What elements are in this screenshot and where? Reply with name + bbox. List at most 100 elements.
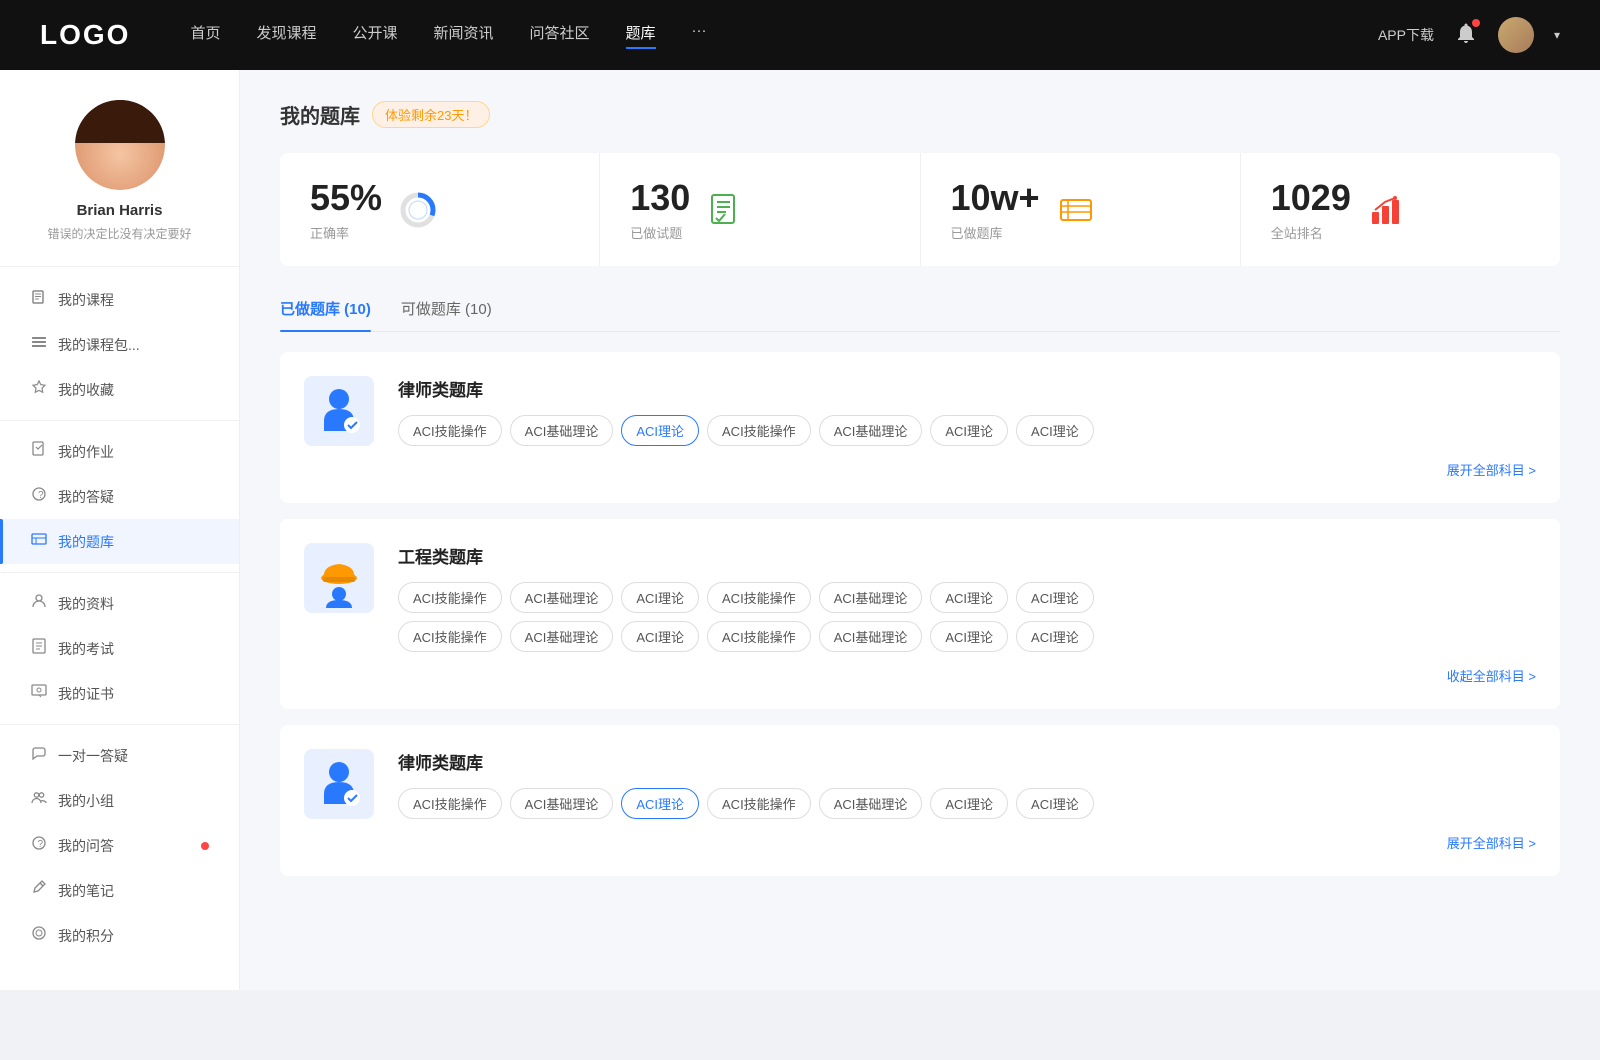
- profile-motto: 错误的决定比没有决定要好: [20, 225, 219, 242]
- sidebar-item-my-collect[interactable]: 我的收藏: [0, 367, 239, 412]
- lawyer-icon-2: [314, 754, 364, 814]
- user-avatar[interactable]: [1498, 17, 1534, 53]
- tag[interactable]: ACI理论: [930, 621, 1008, 652]
- tag[interactable]: ACI技能操作: [707, 788, 811, 819]
- tag[interactable]: ACI基础理论: [819, 788, 923, 819]
- sidebar-label-my-cert: 我的证书: [58, 684, 209, 704]
- sidebar-item-my-package[interactable]: 我的课程包...: [0, 322, 239, 367]
- sidebar-label-my-course: 我的课程: [58, 290, 209, 310]
- sidebar-label-my-homework: 我的作业: [58, 442, 209, 462]
- user-dropdown-arrow[interactable]: ▾: [1554, 28, 1560, 42]
- tab-done[interactable]: 已做题库 (10): [280, 290, 371, 331]
- tag[interactable]: ACI理论: [930, 788, 1008, 819]
- stat-accuracy-value: 55%: [310, 177, 382, 219]
- tag[interactable]: ACI技能操作: [707, 621, 811, 652]
- nav-more[interactable]: ···: [692, 22, 707, 49]
- sidebar-item-my-homework[interactable]: 我的作业: [0, 429, 239, 474]
- tag[interactable]: ACI基础理论: [510, 621, 614, 652]
- tag[interactable]: ACI理论: [1016, 415, 1094, 446]
- tags-row-lawyer-1: ACI技能操作 ACI基础理论 ACI理论 ACI技能操作 ACI基础理论 AC…: [398, 415, 1536, 446]
- nav-news[interactable]: 新闻资讯: [434, 22, 494, 49]
- lawyer-icon-wrap-2: [304, 749, 374, 819]
- tag[interactable]: ACI理论: [1016, 788, 1094, 819]
- tag[interactable]: ACI基础理论: [510, 788, 614, 819]
- sidebar-label-one-on-one: 一对一答疑: [58, 746, 209, 766]
- subject-card-engineer-1: 工程类题库 ACI技能操作 ACI基础理论 ACI理论 ACI技能操作 ACI基…: [280, 519, 1560, 709]
- app-download-btn[interactable]: APP下载: [1378, 25, 1434, 45]
- expand-link-lawyer-2[interactable]: 展开全部科目 >: [398, 827, 1536, 852]
- tag[interactable]: ACI理论: [1016, 621, 1094, 652]
- tag[interactable]: ACI理论: [621, 621, 699, 652]
- sidebar-label-my-qa: 我的答疑: [58, 487, 209, 507]
- expand-link-lawyer-1[interactable]: 展开全部科目 >: [398, 454, 1536, 479]
- tag[interactable]: ACI基础理论: [510, 415, 614, 446]
- tag[interactable]: ACI理论: [1016, 582, 1094, 613]
- sidebar-label-my-notes: 我的笔记: [58, 881, 209, 901]
- nav-home[interactable]: 首页: [190, 22, 220, 49]
- sidebar-profile: Brian Harris 错误的决定比没有决定要好: [0, 100, 239, 267]
- nav-qa[interactable]: 问答社区: [530, 22, 590, 49]
- stat-done-banks-label: 已做题库: [951, 223, 1040, 242]
- tab-todo[interactable]: 可做题库 (10): [401, 290, 492, 331]
- collapse-link-engineer-1[interactable]: 收起全部科目 >: [398, 660, 1536, 685]
- sidebar-item-my-cert[interactable]: 我的证书: [0, 671, 239, 716]
- sidebar-item-my-points[interactable]: 我的积分: [0, 913, 239, 958]
- tag[interactable]: ACI理论: [930, 582, 1008, 613]
- sidebar-item-my-exam[interactable]: 我的考试: [0, 626, 239, 671]
- tag[interactable]: ACI技能操作: [398, 415, 502, 446]
- bell-notification-dot: [1472, 19, 1480, 27]
- subject-body-lawyer-2: 律师类题库 ACI技能操作 ACI基础理论 ACI理论 ACI技能操作 ACI基…: [398, 749, 1536, 852]
- sidebar-item-my-bank[interactable]: 我的题库: [0, 519, 239, 564]
- stat-accuracy-text: 55% 正确率: [310, 177, 382, 242]
- subject-title-lawyer-1: 律师类题库: [398, 376, 1536, 401]
- stat-done-banks: 10w+ 已做题库: [921, 153, 1241, 266]
- nav-discover[interactable]: 发现课程: [256, 22, 316, 49]
- nav-bank[interactable]: 题库: [626, 22, 656, 49]
- trial-badge: 体验剩余23天！: [372, 101, 490, 128]
- tag[interactable]: ACI技能操作: [707, 582, 811, 613]
- info-icon: [30, 593, 48, 614]
- stat-done-banks-value: 10w+: [951, 177, 1040, 219]
- tag[interactable]: ACI理论: [621, 582, 699, 613]
- sidebar-item-my-course[interactable]: 我的课程: [0, 277, 239, 322]
- sidebar-item-my-notes[interactable]: 我的笔记: [0, 868, 239, 913]
- sidebar-item-my-qa[interactable]: ? 我的答疑: [0, 474, 239, 519]
- tag[interactable]: ACI技能操作: [398, 788, 502, 819]
- stat-rank: 1029 全站排名: [1241, 153, 1560, 266]
- tag[interactable]: ACI基础理论: [510, 582, 614, 613]
- profile-avatar: [75, 100, 165, 190]
- package-icon: [30, 334, 48, 355]
- homework-icon: [30, 441, 48, 462]
- stats-row: 55% 正确率 130 已做试题: [280, 153, 1560, 266]
- tag[interactable]: ACI技能操作: [398, 582, 502, 613]
- tag[interactable]: ACI技能操作: [707, 415, 811, 446]
- tag[interactable]: ACI理论: [930, 415, 1008, 446]
- sidebar-label-my-info: 我的资料: [58, 594, 209, 614]
- stat-done-questions: 130 已做试题: [600, 153, 920, 266]
- tag[interactable]: ACI技能操作: [398, 621, 502, 652]
- avatar-face: [1498, 17, 1534, 53]
- group-icon: [30, 790, 48, 811]
- done-questions-icon: [706, 190, 746, 230]
- nav-open[interactable]: 公开课: [352, 22, 397, 49]
- notification-bell[interactable]: [1454, 21, 1478, 50]
- stat-accuracy-label: 正确率: [310, 223, 382, 242]
- navbar: LOGO 首页 发现课程 公开课 新闻资讯 问答社区 题库 ··· APP下载 …: [0, 0, 1600, 70]
- tag[interactable]: ACI基础理论: [819, 582, 923, 613]
- engineer-icon-wrap: [304, 543, 374, 613]
- sidebar-divider-1: [0, 420, 239, 421]
- sidebar-item-my-questions[interactable]: ? 我的问答: [0, 823, 239, 868]
- tag[interactable]: ACI基础理论: [819, 621, 923, 652]
- star-icon: [30, 379, 48, 400]
- sidebar-label-my-exam: 我的考试: [58, 639, 209, 659]
- tag-active[interactable]: ACI理论: [621, 415, 699, 446]
- accuracy-icon: [398, 190, 438, 230]
- tag[interactable]: ACI基础理论: [819, 415, 923, 446]
- sidebar-item-my-group[interactable]: 我的小组: [0, 778, 239, 823]
- lawyer-icon-wrap-1: [304, 376, 374, 446]
- tag-active[interactable]: ACI理论: [621, 788, 699, 819]
- sidebar-item-one-on-one[interactable]: 一对一答疑: [0, 733, 239, 778]
- sidebar: Brian Harris 错误的决定比没有决定要好 我的课程 我的课程包...: [0, 70, 240, 990]
- lawyer-icon-1: [314, 381, 364, 441]
- sidebar-item-my-info[interactable]: 我的资料: [0, 581, 239, 626]
